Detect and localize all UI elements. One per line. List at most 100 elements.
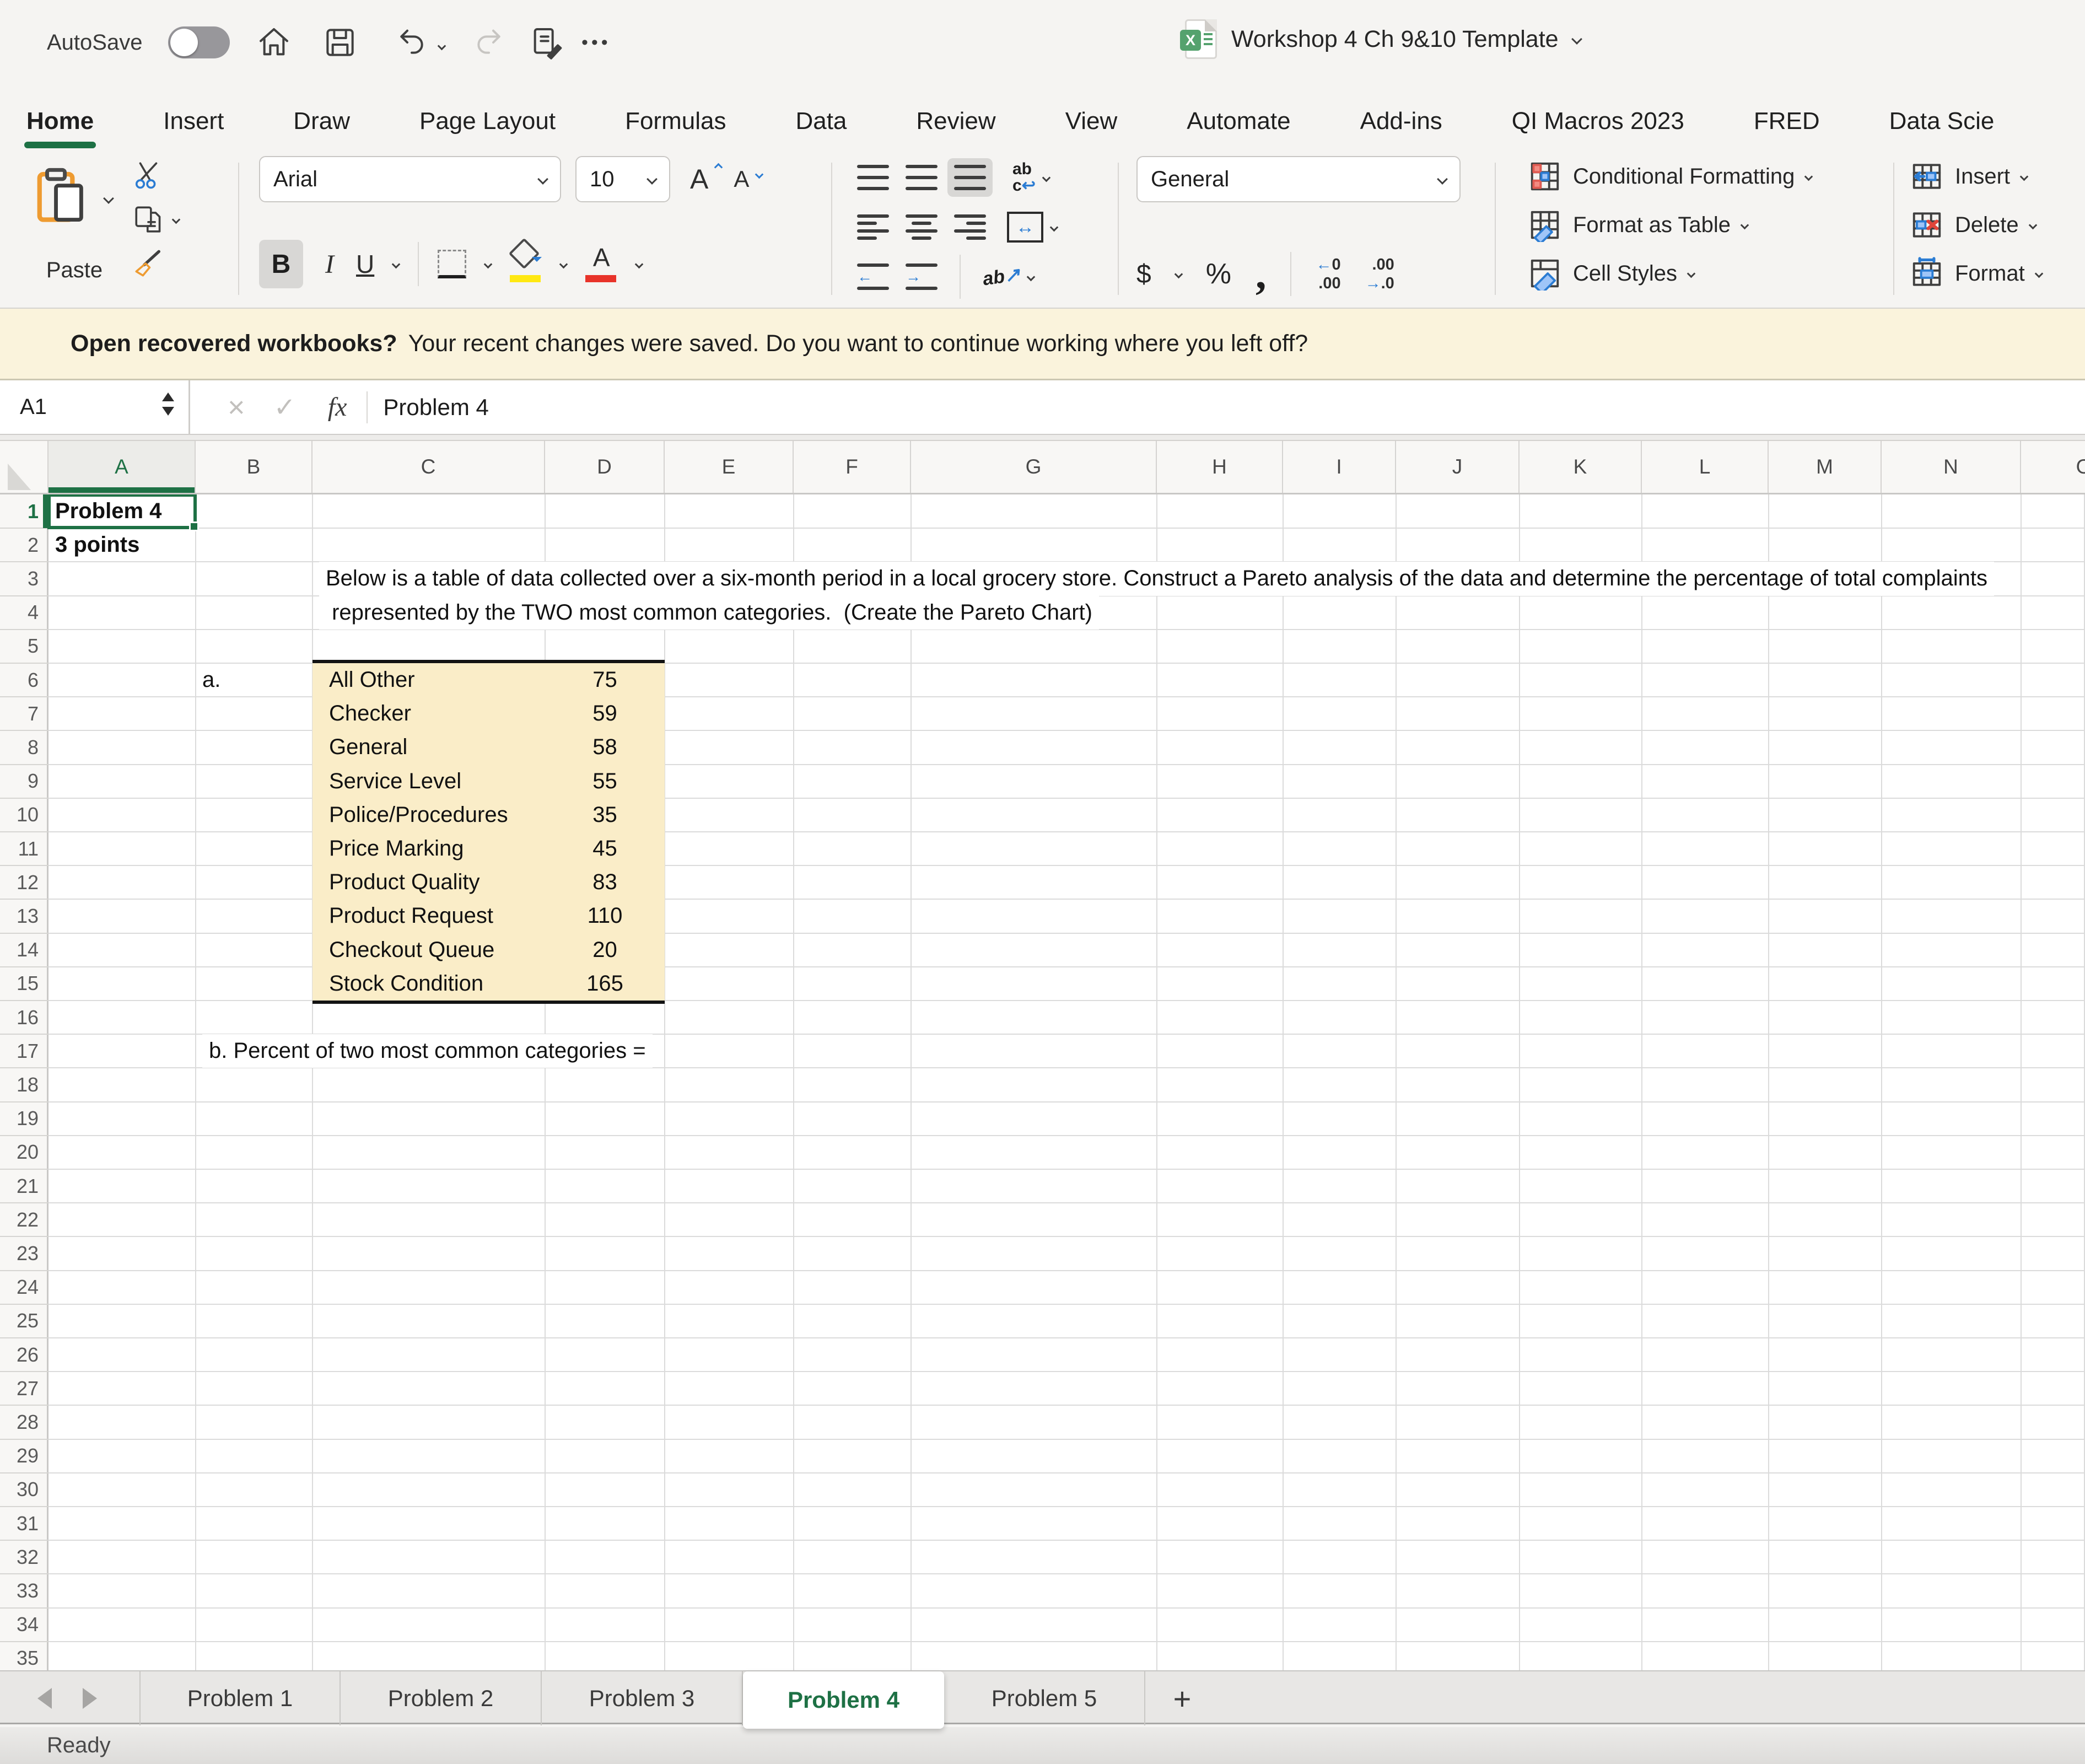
column-header-H[interactable]: H bbox=[1157, 441, 1283, 493]
data-table-row[interactable]: Price Marking45 bbox=[313, 832, 665, 865]
align-right-button[interactable] bbox=[954, 214, 986, 240]
row-header-11[interactable]: 11 bbox=[0, 832, 39, 865]
currency-chevron-icon[interactable] bbox=[1174, 270, 1183, 278]
ribbon-tab-page-layout[interactable]: Page Layout bbox=[419, 91, 556, 152]
borders-button[interactable] bbox=[438, 250, 466, 278]
data-table[interactable]: All Other75Checker59General58Service Lev… bbox=[313, 660, 665, 1004]
row-header-2[interactable]: 2 bbox=[0, 528, 39, 562]
value-cell[interactable]: 35 bbox=[545, 798, 665, 832]
sheet-tab-problem-1[interactable]: Problem 1 bbox=[139, 1671, 341, 1725]
row-header-32[interactable]: 32 bbox=[0, 1540, 39, 1574]
row-header-22[interactable]: 22 bbox=[0, 1203, 39, 1236]
worksheet[interactable]: ABCDEFGHIJKLMNO 123456789101112131415161… bbox=[0, 441, 2085, 1670]
format-painter-button[interactable] bbox=[132, 246, 179, 281]
font-size-select[interactable]: 10 bbox=[575, 156, 670, 202]
ribbon-tab-data-scie[interactable]: Data Scie bbox=[1889, 91, 1995, 152]
row-header-19[interactable]: 19 bbox=[0, 1102, 39, 1136]
cell-A1[interactable]: Problem 4 bbox=[55, 494, 161, 528]
row-header-17[interactable]: 17 bbox=[0, 1034, 39, 1068]
data-table-row[interactable]: All Other75 bbox=[313, 663, 665, 697]
increase-indent-button[interactable]: → bbox=[906, 263, 938, 290]
column-header-A[interactable]: A bbox=[49, 441, 196, 493]
add-sheet-button[interactable]: + bbox=[1152, 1671, 1213, 1725]
ribbon-tab-home[interactable]: Home bbox=[26, 91, 94, 152]
column-header-B[interactable]: B bbox=[196, 441, 313, 493]
undo-chevron-icon[interactable] bbox=[438, 42, 446, 51]
cell-B6[interactable]: a. bbox=[202, 663, 220, 697]
ribbon-tab-view[interactable]: View bbox=[1065, 91, 1118, 152]
ribbon-tab-qi-macros-2023[interactable]: QI Macros 2023 bbox=[1512, 91, 1684, 152]
align-left-button[interactable] bbox=[857, 214, 889, 240]
grid-body[interactable]: 1234567891011121314151617181920212223242… bbox=[0, 494, 2085, 1670]
data-table-row[interactable]: Police/Procedures 35 bbox=[313, 798, 665, 832]
align-center-button[interactable] bbox=[906, 214, 938, 240]
number-format-select[interactable]: General bbox=[1136, 156, 1461, 202]
data-table-row[interactable]: Checkout Queue 20 bbox=[313, 933, 665, 967]
row-header-29[interactable]: 29 bbox=[0, 1439, 39, 1473]
row-header-23[interactable]: 23 bbox=[0, 1236, 39, 1270]
value-cell[interactable]: 58 bbox=[545, 730, 665, 764]
ribbon-tab-data[interactable]: Data bbox=[795, 91, 847, 152]
sheet-tab-problem-4[interactable]: Problem 4 bbox=[743, 1671, 944, 1729]
row-header-4[interactable]: 4 bbox=[0, 596, 39, 630]
column-header-J[interactable]: J bbox=[1396, 441, 1520, 493]
value-cell[interactable]: 110 bbox=[545, 899, 665, 933]
row-header-3[interactable]: 3 bbox=[0, 562, 39, 595]
cell-B17[interactable]: b. Percent of two most common categories… bbox=[202, 1034, 653, 1068]
category-cell[interactable]: Police/Procedures bbox=[329, 798, 508, 832]
column-header-I[interactable]: I bbox=[1283, 441, 1396, 493]
row-header-13[interactable]: 13 bbox=[0, 899, 39, 933]
column-header-O[interactable]: O bbox=[2021, 441, 2085, 493]
row-header-14[interactable]: 14 bbox=[0, 933, 39, 967]
paste-chevron-icon[interactable] bbox=[103, 193, 114, 204]
recovered-workbooks-banner[interactable]: Open recovered workbooks? Your recent ch… bbox=[0, 309, 2085, 380]
value-cell[interactable]: 59 bbox=[545, 697, 665, 730]
value-cell[interactable]: 165 bbox=[545, 967, 665, 1001]
fill-color-chevron-icon[interactable] bbox=[559, 260, 568, 268]
column-header-L[interactable]: L bbox=[1642, 441, 1769, 493]
row-header-8[interactable]: 8 bbox=[0, 730, 39, 764]
align-bottom-button[interactable] bbox=[947, 158, 993, 197]
column-header-D[interactable]: D bbox=[545, 441, 665, 493]
comma-format-button[interactable]: , bbox=[1256, 263, 1267, 285]
value-cell[interactable]: 83 bbox=[545, 865, 665, 899]
cell-A2[interactable]: 3 points bbox=[55, 528, 139, 562]
category-cell[interactable]: Service Level bbox=[329, 765, 461, 798]
sheet-tab-problem-2[interactable]: Problem 2 bbox=[341, 1671, 542, 1725]
font-color-button[interactable]: A bbox=[585, 243, 617, 286]
data-table-row[interactable]: Product Quality83 bbox=[313, 865, 665, 899]
column-header-C[interactable]: C bbox=[313, 441, 545, 493]
ribbon-tab-formulas[interactable]: Formulas bbox=[625, 91, 726, 152]
orientation-button[interactable]: ab↗ bbox=[983, 266, 1034, 288]
row-header-34[interactable]: 34 bbox=[0, 1608, 39, 1642]
cell-C3[interactable]: Below is a table of data collected over … bbox=[319, 562, 1994, 595]
increase-font-size-button[interactable]: A bbox=[685, 163, 714, 195]
delete-cells-button[interactable]: Delete bbox=[1910, 205, 2085, 245]
sheet-tab-problem-3[interactable]: Problem 3 bbox=[542, 1671, 743, 1725]
value-cell[interactable]: 20 bbox=[545, 933, 665, 967]
cell-C4[interactable]: represented by the TWO most common categ… bbox=[319, 596, 1099, 630]
row-header-1[interactable]: 1 bbox=[0, 494, 39, 528]
row-header-28[interactable]: 28 bbox=[0, 1405, 39, 1439]
row-header-27[interactable]: 27 bbox=[0, 1372, 39, 1405]
underline-button[interactable]: U bbox=[356, 249, 374, 279]
formula-input[interactable]: Problem 4 bbox=[383, 394, 488, 421]
borders-chevron-icon[interactable] bbox=[484, 260, 493, 268]
ribbon-tab-fred[interactable]: FRED bbox=[1754, 91, 1820, 152]
column-header-G[interactable]: G bbox=[911, 441, 1157, 493]
autosave-toggle[interactable] bbox=[168, 26, 230, 58]
undo-icon[interactable] bbox=[394, 25, 429, 60]
column-header-F[interactable]: F bbox=[794, 441, 911, 493]
name-box-spinner[interactable] bbox=[162, 392, 174, 416]
save-icon[interactable] bbox=[322, 25, 358, 60]
data-table-row[interactable]: Service Level55 bbox=[313, 765, 665, 798]
increase-decimal-button[interactable]: .00 →.0 bbox=[1365, 255, 1394, 293]
currency-format-button[interactable]: $ bbox=[1136, 259, 1151, 289]
category-cell[interactable]: Product Request bbox=[329, 899, 493, 933]
document-title[interactable]: Workshop 4 Ch 9&10 Template bbox=[1231, 26, 1559, 53]
column-header-M[interactable]: M bbox=[1769, 441, 1882, 493]
fill-color-button[interactable] bbox=[510, 243, 542, 286]
ribbon-tab-insert[interactable]: Insert bbox=[163, 91, 224, 152]
data-table-row[interactable]: General58 bbox=[313, 730, 665, 764]
category-cell[interactable]: Checkout Queue bbox=[329, 933, 494, 967]
